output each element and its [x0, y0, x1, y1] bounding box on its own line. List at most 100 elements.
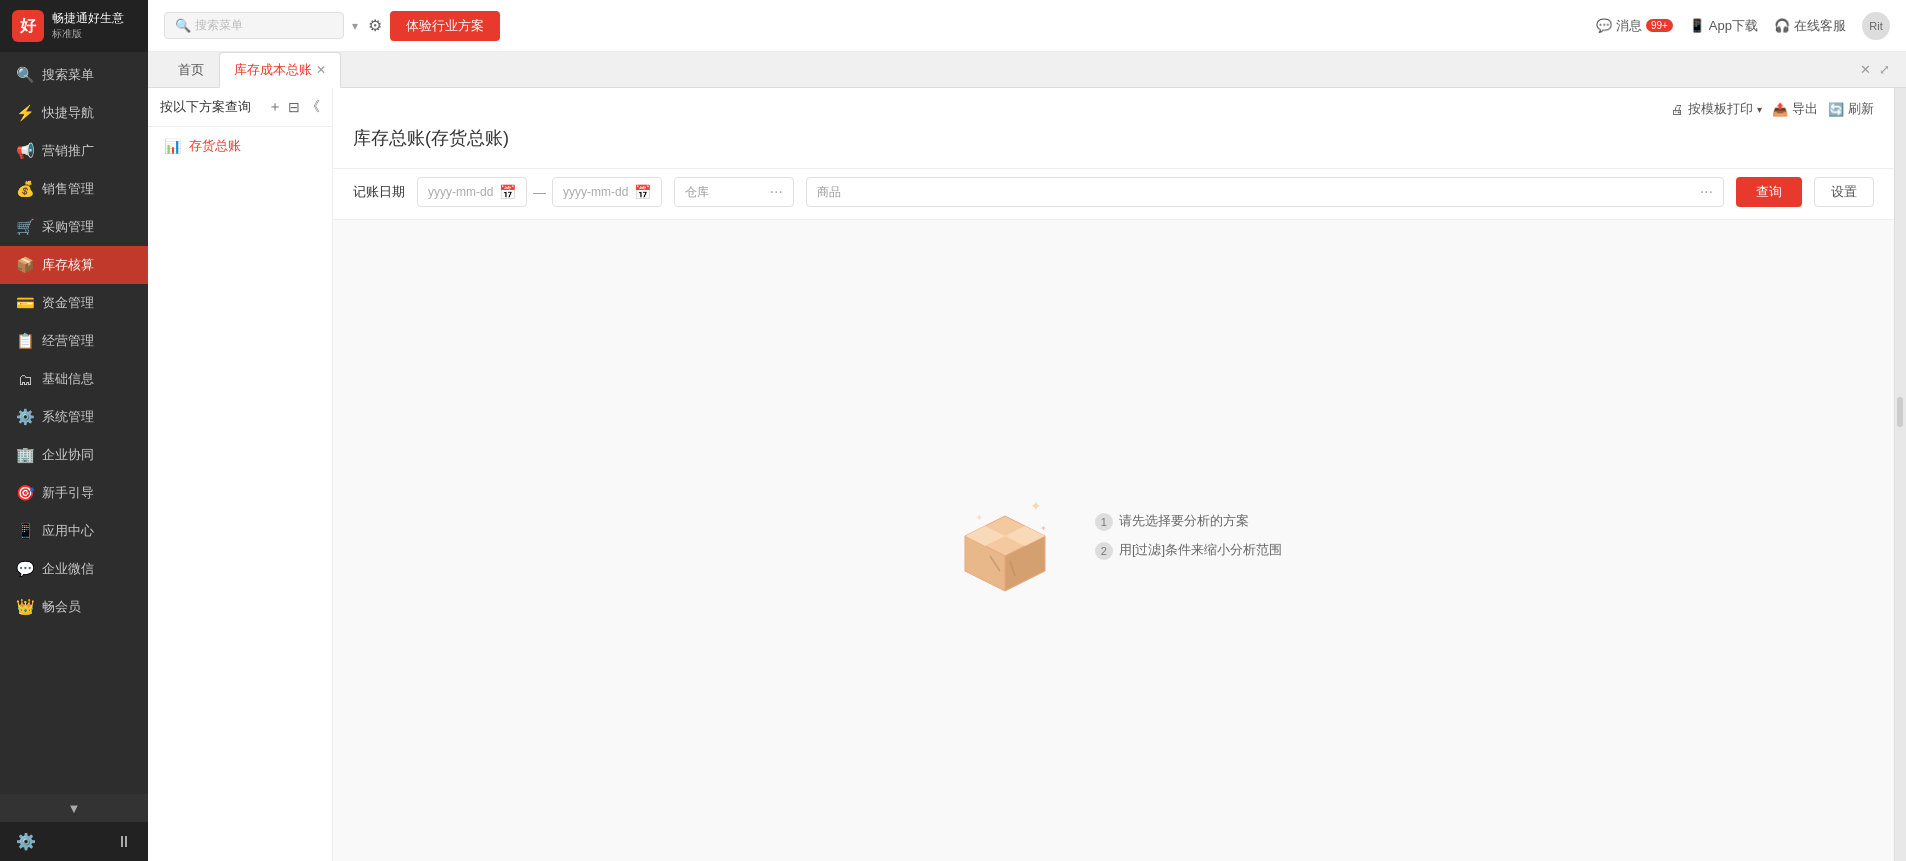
app-download-item[interactable]: 📱 App下载	[1689, 17, 1758, 35]
page-actions: 🖨 按模板打印 ▾ 📤 导出 🔄 刷新	[353, 100, 1874, 118]
query-button[interactable]: 查询	[1736, 177, 1802, 207]
print-button[interactable]: 🖨 按模板打印 ▾	[1671, 100, 1762, 118]
sidebar-item-label: 快捷导航	[42, 104, 94, 122]
app-badge: 标准版	[52, 27, 124, 41]
message-badge: 99+	[1646, 19, 1673, 32]
marketing-icon: 📢	[16, 142, 34, 160]
add-scheme-button[interactable]: ＋	[268, 98, 282, 116]
search-box[interactable]: 🔍 搜索菜单	[164, 12, 344, 39]
content-area: 按以下方案查询 ＋ ⊟ 《 📊 存货总账 🖨 按模板打印	[148, 88, 1906, 861]
apps-icon: 📱	[16, 522, 34, 540]
tab-inventory-cost-label: 库存成本总账	[234, 61, 312, 79]
date-from-placeholder: yyyy-mm-dd	[428, 185, 493, 199]
warehouse-label: 仓库	[685, 184, 764, 201]
sidebar-item-label: 采购管理	[42, 218, 94, 236]
sidebar-item-basic[interactable]: 🗂 基础信息	[0, 360, 148, 398]
close-panel-icon[interactable]: ✕	[1860, 62, 1871, 77]
export-button[interactable]: 📤 导出	[1772, 100, 1818, 118]
sidebar-item-label: 经营管理	[42, 332, 94, 350]
industry-button[interactable]: 体验行业方案	[390, 11, 500, 41]
sidebar-item-system[interactable]: ⚙️ 系统管理	[0, 398, 148, 436]
sidebar-item-label: 企业协同	[42, 446, 94, 464]
scheme-item-label: 存货总账	[189, 137, 241, 155]
tab-home-label: 首页	[178, 61, 204, 79]
sidebar-item-label: 销售管理	[42, 180, 94, 198]
sidebar-item-search[interactable]: 🔍 搜索菜单	[0, 56, 148, 94]
user-avatar[interactable]: Rit	[1862, 12, 1890, 40]
empty-step-2: 2 用[过滤]条件来缩小分析范围	[1095, 541, 1282, 560]
sidebar-nav: 🔍 搜索菜单 ⚡ 快捷导航 📢 营销推广 💰 销售管理 🛒 采购管理 📦 库存核…	[0, 52, 148, 794]
collapse-icon[interactable]: ⏸	[116, 833, 132, 851]
app-download-label: App下载	[1709, 17, 1758, 35]
sidebar-item-label: 应用中心	[42, 522, 94, 540]
right-panel: 🖨 按模板打印 ▾ 📤 导出 🔄 刷新 库存总账(存货总账)	[333, 88, 1894, 861]
basic-icon: 🗂	[16, 371, 34, 388]
sidebar-item-shortcut[interactable]: ⚡ 快捷导航	[0, 94, 148, 132]
phone-icon: 📱	[1689, 18, 1705, 33]
tab-home[interactable]: 首页	[164, 52, 219, 88]
message-label: 消息	[1616, 17, 1642, 35]
topbar-right: 💬 消息 99+ 📱 App下载 🎧 在线客服 Rit	[1596, 12, 1890, 40]
sidebar-item-member[interactable]: 👑 畅会员	[0, 588, 148, 626]
sidebar-item-newbie[interactable]: 🎯 新手引导	[0, 474, 148, 512]
date-to-input[interactable]: yyyy-mm-dd 📅	[552, 177, 662, 207]
scheme-item-inventory[interactable]: 📊 存货总账	[148, 127, 332, 165]
sidebar-item-inventory[interactable]: 📦 库存核算	[0, 246, 148, 284]
shortcut-icon: ⚡	[16, 104, 34, 122]
date-from-input[interactable]: yyyy-mm-dd 📅	[417, 177, 527, 207]
tab-close-icon[interactable]: ✕	[316, 63, 326, 77]
manage-scheme-button[interactable]: ⊟	[288, 99, 300, 115]
sidebar: 好 畅捷通好生意 标准版 🔍 搜索菜单 ⚡ 快捷导航 📢 营销推广 💰 销售管理…	[0, 0, 148, 861]
sidebar-item-capital[interactable]: 💳 资金管理	[0, 284, 148, 322]
print-chevron-icon: ▾	[1757, 104, 1762, 115]
settings-icon[interactable]: ⚙️	[16, 832, 36, 851]
empty-inner: ✦ ✦ ✦ 1 请先选择要分析的方案 2 用[过滤]条件来缩小分析范围	[945, 481, 1282, 601]
product-label: 商品	[817, 184, 1694, 201]
search-icon: 🔍	[16, 66, 34, 84]
sidebar-item-purchase[interactable]: 🛒 采购管理	[0, 208, 148, 246]
calendar-to-icon[interactable]: 📅	[634, 184, 651, 200]
print-label: 按模板打印	[1688, 100, 1753, 118]
refresh-button[interactable]: 🔄 刷新	[1828, 100, 1874, 118]
empty-illustration: ✦ ✦ ✦	[945, 481, 1065, 601]
user-name: Rit	[1869, 20, 1882, 32]
filter-label: 记账日期	[353, 183, 405, 201]
sidebar-item-wechat[interactable]: 💬 企业微信	[0, 550, 148, 588]
settings-button[interactable]: 设置	[1814, 177, 1874, 207]
online-service-item[interactable]: 🎧 在线客服	[1774, 17, 1846, 35]
sidebar-item-label: 系统管理	[42, 408, 94, 426]
logo-icon: 好	[12, 10, 44, 42]
collapse-panel-button[interactable]: 《	[306, 98, 320, 116]
empty-state: ✦ ✦ ✦ 1 请先选择要分析的方案 2 用[过滤]条件来缩小分析范围	[333, 220, 1894, 861]
inventory-icon: 📦	[16, 256, 34, 274]
sidebar-item-operations[interactable]: 📋 经营管理	[0, 322, 148, 360]
warehouse-more-icon[interactable]: ···	[770, 183, 783, 201]
left-panel-title: 按以下方案查询	[160, 98, 251, 116]
warehouse-selector[interactable]: 仓库 ···	[674, 177, 794, 207]
inventory-scheme-icon: 📊	[164, 138, 181, 154]
sidebar-item-sales[interactable]: 💰 销售管理	[0, 170, 148, 208]
calendar-from-icon[interactable]: 📅	[499, 184, 516, 200]
page-header: 🖨 按模板打印 ▾ 📤 导出 🔄 刷新 库存总账(存货总账)	[333, 88, 1894, 169]
wechat-icon: 💬	[16, 560, 34, 578]
scroll-handle[interactable]	[1894, 88, 1906, 861]
tabbar: 首页 库存成本总账 ✕ ✕ ⤢	[148, 52, 1906, 88]
tab-inventory-cost[interactable]: 库存成本总账 ✕	[219, 52, 341, 88]
topbar-chevron-icon[interactable]: ▾	[352, 19, 358, 33]
sidebar-item-label: 基础信息	[42, 370, 94, 388]
product-more-icon[interactable]: ···	[1700, 183, 1713, 201]
expand-icon[interactable]: ⤢	[1879, 62, 1890, 77]
sidebar-item-apps[interactable]: 📱 应用中心	[0, 512, 148, 550]
sidebar-item-enterprise[interactable]: 🏢 企业协同	[0, 436, 148, 474]
product-selector[interactable]: 商品 ···	[806, 177, 1724, 207]
sidebar-item-label: 畅会员	[42, 598, 81, 616]
sidebar-item-marketing[interactable]: 📢 营销推广	[0, 132, 148, 170]
search-placeholder: 搜索菜单	[195, 17, 243, 34]
left-panel-header: 按以下方案查询 ＋ ⊟ 《	[148, 88, 332, 127]
sidebar-scroll-down[interactable]: ▼	[0, 794, 148, 822]
message-item[interactable]: 💬 消息 99+	[1596, 17, 1673, 35]
step-1-text: 请先选择要分析的方案	[1119, 512, 1249, 530]
topbar-gear-icon[interactable]: ⚙	[368, 16, 382, 35]
newbie-icon: 🎯	[16, 484, 34, 502]
svg-text:✦: ✦	[1030, 498, 1042, 514]
